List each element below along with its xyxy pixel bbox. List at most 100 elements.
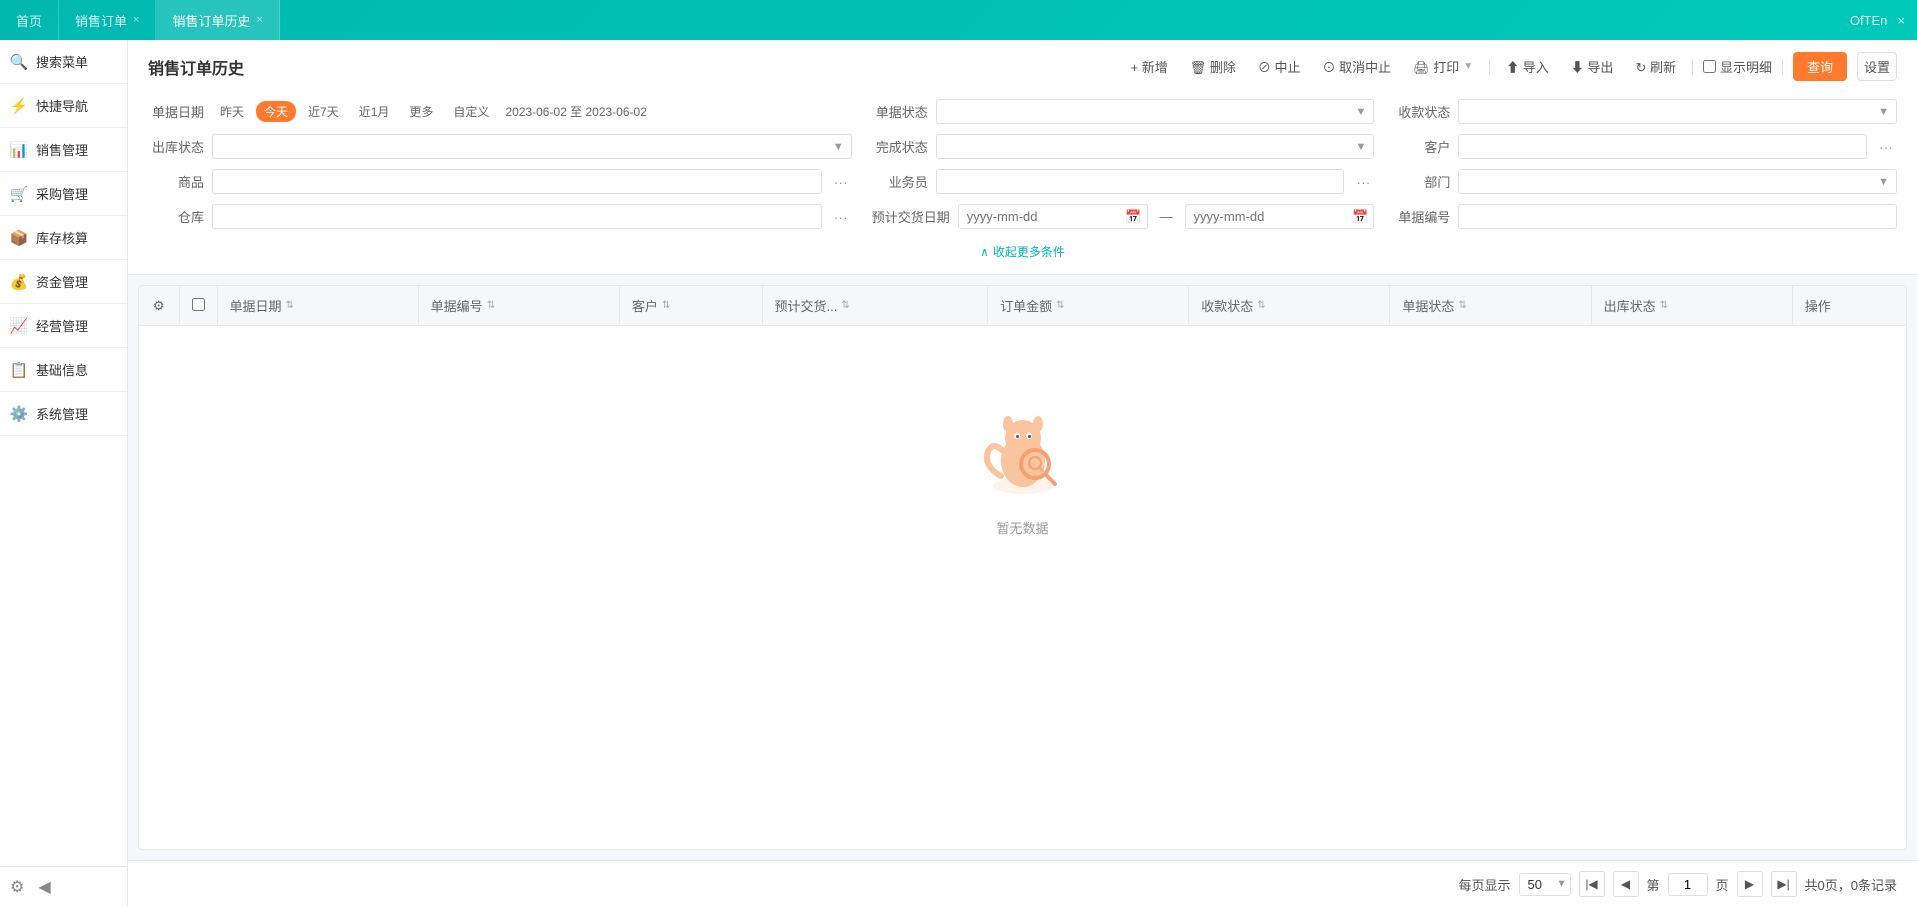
page-title-row: 销售订单历史 + 新增 🗑 删除 ⊘ 中止 ⊙ 取消中止 🖨 — [148, 52, 1897, 91]
date-filter-label: 单据日期 — [148, 102, 204, 121]
show-detail-label: 显示明细 — [1720, 57, 1772, 76]
sidebar-item-inventory-calc[interactable]: 📦 库存核算 — [0, 216, 127, 260]
first-page-button[interactable]: |◀ — [1579, 871, 1605, 897]
main-layout: 🔍 搜索菜单 ⚡ 快捷导航 📊 销售管理 🛒 采购管理 📦 库存核算 💰 资金管… — [0, 40, 1917, 907]
order-status-select[interactable] — [936, 99, 1375, 124]
goods-input[interactable] — [212, 169, 822, 194]
date-tag-today[interactable]: 今天 — [256, 101, 296, 122]
th-payment-status-sort[interactable]: 收款状态 ⇅ — [1201, 296, 1377, 315]
date-tag-more[interactable]: 更多 — [401, 101, 441, 122]
show-detail-checkbox[interactable] — [1703, 60, 1716, 73]
th-date[interactable]: 单据日期 ⇅ — [217, 286, 418, 326]
page-size-select[interactable]: 20 50 100 200 — [1519, 873, 1571, 896]
th-payment-status[interactable]: 收款状态 ⇅ — [1189, 286, 1390, 326]
sidebar-item-purchase-mgmt[interactable]: 🛒 采购管理 — [0, 172, 127, 216]
stop-button[interactable]: ⊘ 中止 — [1252, 53, 1307, 80]
close-sales-order-history-tab-icon[interactable]: × — [256, 14, 262, 26]
sidebar-settings-icon[interactable]: ⚙ — [10, 877, 24, 897]
date-filter-group: 昨天 今天 近7天 近1月 更多 自定义 2023-06-02 至 2023-0… — [212, 101, 647, 122]
date-tag-7days[interactable]: 近7天 — [300, 101, 347, 122]
th-settings[interactable]: ⚙ — [139, 286, 179, 326]
date-tag-1month[interactable]: 近1月 — [351, 101, 398, 122]
sales-mgmt-icon: 📊 — [10, 141, 28, 159]
sidebar-item-operations-mgmt[interactable]: 📈 经营管理 — [0, 304, 127, 348]
filter-row-2: 出库状态 ▼ 完成状态 — [148, 134, 1897, 159]
customer-dots-btn[interactable]: ··· — [1875, 135, 1897, 159]
query-button[interactable]: 查询 — [1793, 52, 1847, 81]
th-amount-label: 订单金额 — [1000, 296, 1052, 315]
show-detail-checkbox-label[interactable]: 显示明细 — [1703, 57, 1772, 76]
tab-sales-order-history-label: 销售订单历史 — [172, 11, 250, 30]
delivery-date-start-input[interactable] — [958, 204, 1148, 229]
th-delivery-sort[interactable]: 预计交货... ⇅ — [775, 296, 976, 315]
filter-row-1: 单据日期 昨天 今天 近7天 近1月 更多 自定义 2023-06-02 至 2… — [148, 99, 1897, 124]
last-page-button[interactable]: ▶| — [1771, 871, 1797, 897]
th-amount-sort[interactable]: 订单金额 ⇅ — [1000, 296, 1176, 315]
date-range-display: 2023-06-02 至 2023-06-02 — [505, 103, 646, 120]
date-tag-custom[interactable]: 自定义 — [445, 101, 497, 122]
payment-status-select[interactable] — [1458, 99, 1897, 124]
sidebar-item-capital-mgmt[interactable]: 💰 资金管理 — [0, 260, 127, 304]
th-outbound-status[interactable]: 出库状态 ⇅ — [1591, 286, 1792, 326]
date-tag-yesterday[interactable]: 昨天 — [212, 101, 252, 122]
warehouse-dots-btn[interactable]: ··· — [830, 205, 852, 229]
th-outbound-status-sort[interactable]: 出库状态 ⇅ — [1604, 296, 1780, 315]
goods-dots-btn[interactable]: ··· — [830, 170, 852, 194]
import-button[interactable]: ⬆ 导入 — [1500, 53, 1555, 80]
sidebar-item-quick-nav[interactable]: ⚡ 快捷导航 — [0, 84, 127, 128]
th-delivery[interactable]: 预计交货... ⇅ — [762, 286, 988, 326]
completion-status-filter-item: 完成状态 ▼ — [872, 134, 1375, 159]
page-number-input[interactable] — [1668, 873, 1708, 896]
warehouse-input[interactable] — [212, 204, 822, 229]
th-no-sort[interactable]: 单据编号 ⇅ — [431, 296, 607, 315]
order-no-filter-item: 单据编号 — [1394, 204, 1897, 229]
th-customer-sort[interactable]: 客户 ⇅ — [632, 296, 750, 315]
department-select[interactable] — [1458, 169, 1897, 194]
th-customer[interactable]: 客户 ⇅ — [619, 286, 762, 326]
new-button[interactable]: + 新增 — [1125, 53, 1174, 80]
sidebar-item-search-menu-label: 搜索菜单 — [36, 52, 88, 71]
th-payment-status-label: 收款状态 — [1201, 296, 1253, 315]
th-order-status[interactable]: 单据状态 ⇅ — [1390, 286, 1591, 326]
close-sales-order-tab-icon[interactable]: × — [133, 14, 139, 26]
tab-home[interactable]: 首页 — [0, 0, 59, 40]
collapse-button[interactable]: ∧ 收起更多条件 — [148, 239, 1897, 264]
prev-page-button[interactable]: ◀ — [1613, 871, 1639, 897]
tab-sales-order[interactable]: 销售订单 × — [59, 0, 156, 40]
empty-state-cell: 暂无数据 — [139, 326, 1906, 618]
outbound-status-select[interactable] — [212, 134, 852, 159]
th-amount[interactable]: 订单金额 ⇅ — [988, 286, 1189, 326]
sidebar-item-search-menu[interactable]: 🔍 搜索菜单 — [0, 40, 127, 84]
delivery-date-end-input[interactable] — [1185, 204, 1375, 229]
print-dropdown-icon[interactable]: ▼ — [1463, 61, 1473, 72]
sidebar-item-sales-mgmt-label: 销售管理 — [36, 140, 88, 159]
no-sort-icon: ⇅ — [487, 300, 495, 311]
sidebar-item-sales-mgmt[interactable]: 📊 销售管理 — [0, 128, 127, 172]
next-page-button[interactable]: ▶ — [1737, 871, 1763, 897]
sidebar-item-basic-info[interactable]: 📋 基础信息 — [0, 348, 127, 392]
salesperson-dots-btn[interactable]: ··· — [1352, 170, 1374, 194]
completion-status-select[interactable] — [936, 134, 1375, 159]
customer-input[interactable] — [1458, 134, 1867, 159]
window-close-btn[interactable]: × — [1897, 13, 1905, 28]
collapse-up-icon: ∧ — [980, 245, 989, 259]
th-date-sort[interactable]: 单据日期 ⇅ — [230, 296, 406, 315]
th-checkbox[interactable] — [179, 286, 217, 326]
refresh-button[interactable]: ↻ 刷新 — [1629, 53, 1682, 80]
delete-button[interactable]: 🗑 删除 — [1184, 53, 1242, 80]
sidebar-collapse-icon[interactable]: ◀ — [38, 877, 50, 897]
th-no[interactable]: 单据编号 ⇅ — [418, 286, 619, 326]
export-button[interactable]: ⬇ 导出 — [1565, 53, 1620, 80]
cancel-stop-button[interactable]: ⊙ 取消中止 — [1317, 53, 1398, 80]
sidebar-item-system-mgmt[interactable]: ⚙️ 系统管理 — [0, 392, 127, 436]
order-no-input[interactable] — [1458, 204, 1897, 229]
tab-sales-order-history[interactable]: 销售订单历史 × — [156, 0, 279, 40]
warehouse-label: 仓库 — [148, 207, 204, 226]
th-order-status-sort[interactable]: 单据状态 ⇅ — [1402, 296, 1578, 315]
settings-button[interactable]: 设置 — [1857, 52, 1897, 81]
table-settings-icon[interactable]: ⚙ — [153, 298, 165, 313]
select-all-checkbox[interactable] — [192, 298, 205, 311]
print-button[interactable]: 🖨 打印 ▼ — [1407, 53, 1479, 80]
salesperson-input[interactable] — [936, 169, 1345, 194]
empty-text: 暂无数据 — [996, 518, 1048, 537]
